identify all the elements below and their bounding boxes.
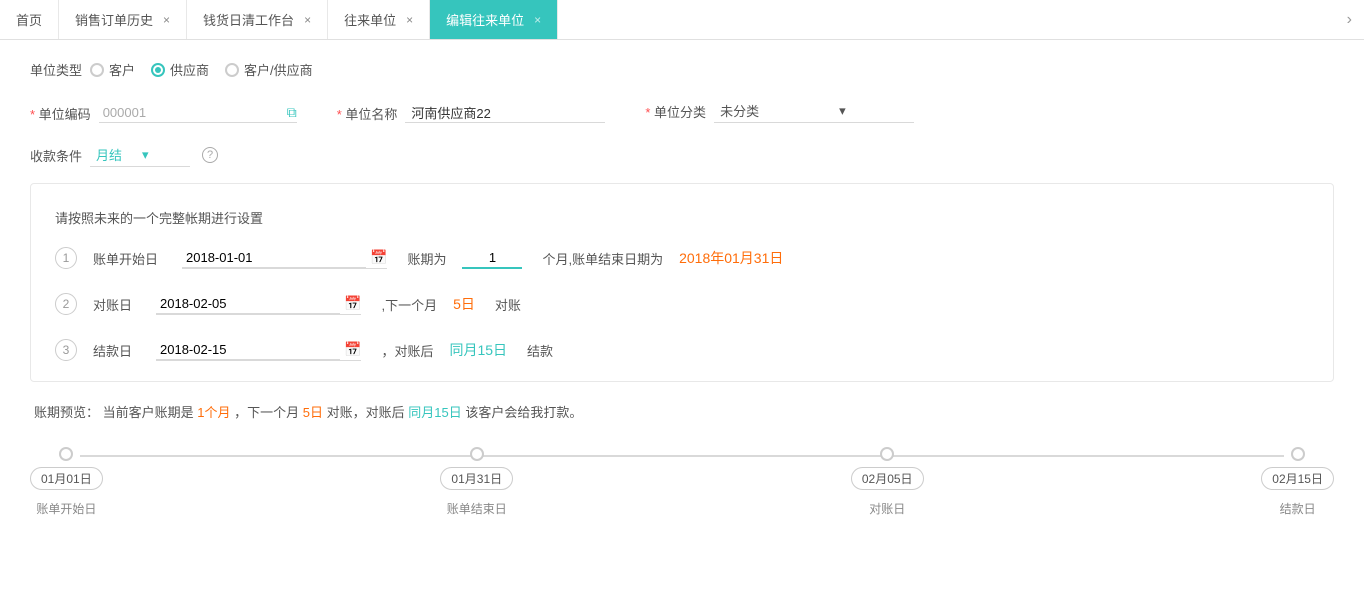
step-row-3: 3 结款日 📅 ，对账后 同月15日 结款	[55, 339, 1309, 361]
unit-type-row: 单位类型 客户 供应商 客户/供应商	[30, 60, 1334, 79]
start-date-input[interactable]	[182, 248, 366, 268]
step-row-1: 1 账单开始日 📅 账期为 个月,账单结束日期为 2018年01月31日	[55, 247, 1309, 269]
timeline-node-1: 01月31日 账单结束日	[440, 447, 513, 517]
tab-home[interactable]: 首页	[0, 0, 59, 39]
payment-post: 结款	[527, 341, 553, 360]
payment-label: 收款条件	[30, 146, 82, 165]
timeline-label-0: 账单开始日	[36, 500, 96, 517]
timeline-node-0: 01月01日 账单开始日	[30, 447, 103, 517]
tab-close-unit-list[interactable]: ×	[406, 13, 413, 27]
timeline-label-1: 账单结束日	[447, 500, 507, 517]
payment-chevron-down-icon: ▾	[142, 147, 149, 163]
timeline: 01月01日 账单开始日 01月31日 账单结束日 02月05日 对账日 02月…	[30, 437, 1334, 517]
start-date-field: 📅	[182, 248, 387, 269]
unit-code-label: 单位编码	[30, 104, 91, 123]
radio-customer-supplier-label: 客户/供应商	[244, 60, 313, 79]
tab-unit-list[interactable]: 往来单位 ×	[328, 0, 430, 39]
preview-label: 账期预览：	[34, 405, 99, 420]
payment-date-input[interactable]	[156, 340, 340, 360]
unit-type-radio-group: 客户 供应商 客户/供应商	[90, 60, 313, 79]
radio-supplier-label: 供应商	[170, 60, 209, 79]
timeline-tag-0: 01月01日	[30, 467, 103, 490]
tab-close-edit-unit[interactable]: ×	[534, 13, 541, 27]
timeline-node-2: 02月05日 对账日	[851, 447, 924, 517]
main-content: 单位类型 客户 供应商 客户/供应商 单位编码 ⧉ 单位名	[0, 40, 1364, 608]
preview-row: 账期预览： 当前客户账期是 1个月 ，下一个月 5日 对账，对账后 同月15日 …	[30, 402, 1334, 421]
unit-category-label: 单位分类	[645, 102, 706, 121]
timeline-tag-1: 01月31日	[440, 467, 513, 490]
preview-text-4: 该客户会给我打款。	[465, 405, 582, 420]
reconcile-date-field: 📅	[156, 294, 361, 315]
preview-text-3: 对账，对账后	[327, 405, 405, 420]
preview-1month: 1个月	[197, 405, 230, 420]
timeline-dot-2	[880, 447, 894, 461]
radio-customer-circle	[90, 63, 104, 77]
reconcile-date-calendar-icon[interactable]: 📅	[344, 295, 361, 312]
period-suffix: 个月,账单结束日期为	[542, 249, 663, 268]
tab-bar: 首页 销售订单历史 × 钱货日清工作台 × 往来单位 × 编辑往来单位 × ›	[0, 0, 1364, 40]
step-row-2: 2 对账日 📅 ,下一个月 5日 对账	[55, 293, 1309, 315]
preview-15day: 同月15日	[408, 405, 461, 420]
timeline-dot-0	[59, 447, 73, 461]
step-label-1: 账单开始日	[93, 249, 158, 268]
timeline-nodes: 01月01日 账单开始日 01月31日 账单结束日 02月05日 对账日 02月…	[30, 447, 1334, 517]
tab-more-button[interactable]: ›	[1335, 0, 1364, 39]
step-num-1: 1	[55, 247, 77, 269]
unit-category-value: 未分类	[720, 101, 759, 120]
unit-code-field: ⧉	[99, 103, 297, 123]
tab-edit-unit[interactable]: 编辑往来单位 ×	[430, 0, 558, 39]
unit-type-label: 单位类型	[30, 60, 82, 79]
unit-category-dropdown[interactable]: 未分类 ▾	[714, 99, 914, 123]
unit-name-label: 单位名称	[337, 104, 398, 123]
unit-name-input[interactable]	[405, 103, 605, 123]
step-num-3: 3	[55, 339, 77, 361]
payment-dropdown[interactable]: 月结 ▾	[90, 143, 190, 167]
payment-pre: ，对账后	[381, 341, 433, 360]
radio-supplier-circle	[151, 63, 165, 77]
tab-close-sales-history[interactable]: ×	[163, 13, 170, 27]
radio-customer-supplier[interactable]: 客户/供应商	[225, 60, 313, 79]
tab-close-cash-ledger[interactable]: ×	[304, 13, 311, 27]
radio-customer-supplier-circle	[225, 63, 239, 77]
timeline-dot-3	[1291, 447, 1305, 461]
payment-day-highlight: 同月15日	[449, 340, 507, 360]
timeline-node-3: 02月15日 结款日	[1261, 447, 1334, 517]
reconcile-date-input[interactable]	[156, 294, 340, 314]
payment-date-field: 📅	[156, 340, 361, 361]
payment-help-icon[interactable]: ?	[202, 147, 218, 163]
period-label: 账期为	[407, 249, 446, 268]
preview-text-2: ，下一个月	[234, 405, 299, 420]
step-label-2: 对账日	[93, 295, 132, 314]
preview-5day: 5日	[303, 405, 323, 420]
unit-code-input[interactable]	[99, 103, 283, 122]
start-date-calendar-icon[interactable]: 📅	[370, 249, 387, 266]
payment-value: 月结	[96, 145, 122, 164]
radio-supplier[interactable]: 供应商	[151, 60, 209, 79]
timeline-dot-1	[470, 447, 484, 461]
reconcile-post: 对账	[495, 295, 521, 314]
unit-code-icon[interactable]: ⧉	[287, 104, 297, 121]
tab-cash-ledger[interactable]: 钱货日清工作台 ×	[187, 0, 328, 39]
reconcile-day-highlight: 5日	[453, 294, 475, 314]
step-num-2: 2	[55, 293, 77, 315]
radio-customer-label: 客户	[109, 60, 135, 79]
section-title: 请按照未来的一个完整帐期进行设置	[55, 208, 1309, 227]
period-section: 请按照未来的一个完整帐期进行设置 1 账单开始日 📅 账期为 个月,账单结束日期…	[30, 183, 1334, 382]
end-date-value: 2018年01月31日	[679, 248, 783, 268]
payment-row: 收款条件 月结 ▾ ?	[30, 143, 1334, 167]
tab-sales-history[interactable]: 销售订单历史 ×	[59, 0, 187, 39]
timeline-label-2: 对账日	[869, 500, 905, 517]
category-chevron-down-icon: ▾	[839, 103, 846, 119]
reconcile-pre: ,下一个月	[381, 295, 437, 314]
radio-customer[interactable]: 客户	[90, 60, 135, 79]
payment-date-calendar-icon[interactable]: 📅	[344, 341, 361, 358]
timeline-label-3: 结款日	[1280, 500, 1316, 517]
unit-info-row: 单位编码 ⧉ 单位名称 单位分类 未分类 ▾	[30, 99, 1334, 123]
timeline-tag-3: 02月15日	[1261, 467, 1334, 490]
timeline-tag-2: 02月05日	[851, 467, 924, 490]
period-value-input[interactable]	[462, 248, 522, 269]
preview-text-1: 当前客户账期是	[103, 405, 194, 420]
step-label-3: 结款日	[93, 341, 132, 360]
